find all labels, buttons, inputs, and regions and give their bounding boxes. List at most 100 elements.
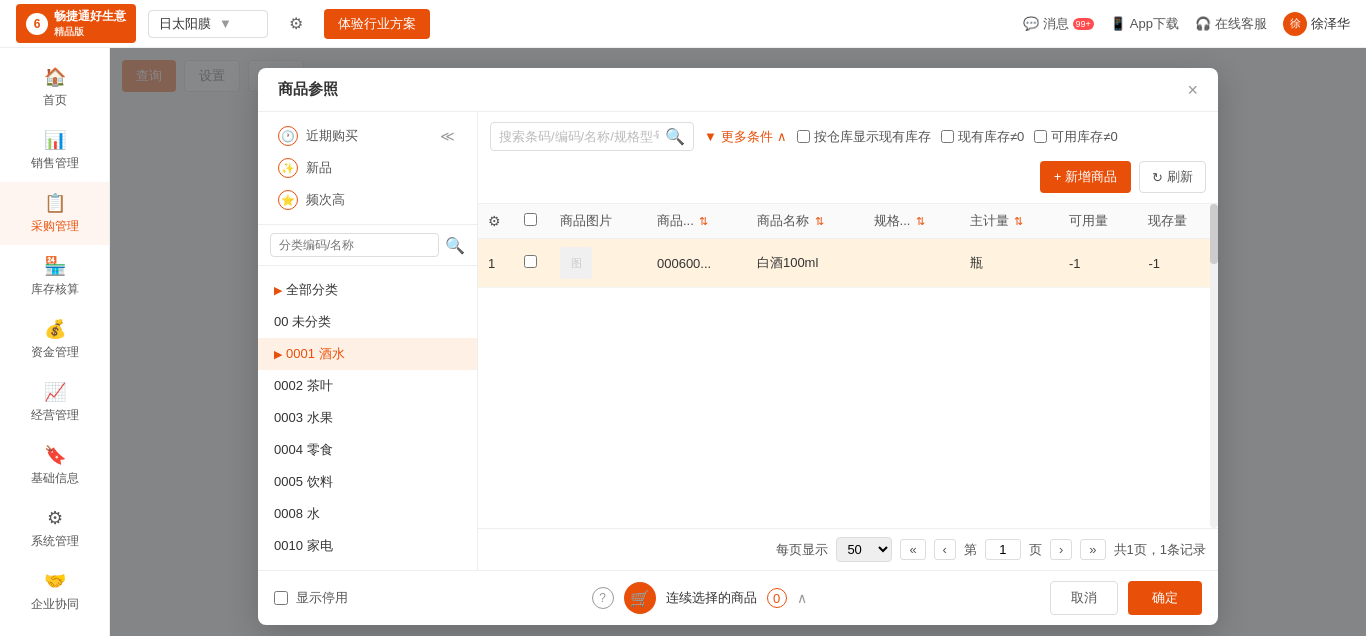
available-nonzero-filter[interactable]: 可用库存≠0 bbox=[1034, 128, 1117, 146]
cancel-button[interactable]: 取消 bbox=[1050, 581, 1118, 615]
cat-label-fruit: 0003 水果 bbox=[274, 409, 333, 427]
message-notification[interactable]: 💬 消息 99+ bbox=[1023, 15, 1094, 33]
more-filter-button[interactable]: ▼ 更多条件 ∧ bbox=[704, 128, 787, 146]
table-scrollbar[interactable] bbox=[1210, 204, 1218, 528]
col-unit-header[interactable]: 主计量 ⇅ bbox=[960, 204, 1059, 239]
product-search-box: 🔍 bbox=[490, 122, 694, 151]
nonzero-stock-label: 现有库存≠0 bbox=[958, 128, 1024, 146]
quick-item-frequent[interactable]: ⭐ 频次高 bbox=[270, 184, 465, 216]
cat-fruit[interactable]: 0003 水果 bbox=[258, 402, 477, 434]
sort-icon-code: ⇅ bbox=[699, 215, 708, 227]
cat-unclassified[interactable]: 00 未分类 bbox=[258, 306, 477, 338]
row-unit: 瓶 bbox=[960, 239, 1059, 288]
page-size-select[interactable]: 50 100 200 bbox=[836, 537, 892, 562]
logo: 6 畅捷通好生意 精品版 bbox=[16, 4, 136, 43]
col-settings: ⚙ bbox=[478, 204, 514, 239]
app-label: App下载 bbox=[1130, 15, 1179, 33]
quick-item-recent[interactable]: 🕐 近期购买 ≪ bbox=[270, 120, 465, 152]
sidebar-item-sales[interactable]: 📊 销售管理 bbox=[0, 119, 109, 182]
sidebar-label-enterprise: 企业协同 bbox=[31, 596, 79, 613]
sidebar-item-finance[interactable]: 💰 资金管理 bbox=[0, 308, 109, 371]
settings-icon[interactable]: ⚙ bbox=[280, 8, 312, 40]
sidebar-item-system[interactable]: ⚙ 系统管理 bbox=[0, 497, 109, 560]
confirm-button[interactable]: 确定 bbox=[1128, 581, 1202, 615]
sidebar-item-home[interactable]: 🏠 首页 bbox=[0, 56, 109, 119]
cat-liquor[interactable]: ▶ 0001 酒水 bbox=[258, 338, 477, 370]
collapse-icon[interactable]: ≪ bbox=[437, 126, 457, 146]
chevron-up-icon[interactable]: ∧ bbox=[797, 590, 807, 606]
refresh-button[interactable]: ↻ 刷新 bbox=[1139, 161, 1206, 193]
purchase-icon: 📋 bbox=[44, 192, 66, 214]
available-nonzero-checkbox[interactable] bbox=[1034, 130, 1047, 143]
page-label: 第 bbox=[964, 541, 977, 559]
cat-label-water: 0008 水 bbox=[274, 505, 320, 523]
product-reference-modal: 商品参照 × 🕐 近期购买 ≪ bbox=[258, 68, 1218, 625]
username-label: 徐泽华 bbox=[1311, 15, 1350, 33]
sort-icon-unit: ⇅ bbox=[1014, 215, 1023, 227]
available-nonzero-label: 可用库存≠0 bbox=[1051, 128, 1117, 146]
nonzero-stock-checkbox[interactable] bbox=[941, 130, 954, 143]
product-table: ⚙ 商品图片 商品... ⇅ bbox=[478, 204, 1218, 288]
clock-icon: 🕐 bbox=[278, 126, 298, 146]
page-number-input[interactable] bbox=[985, 539, 1021, 560]
col-checkbox bbox=[514, 204, 550, 239]
row-name: 白酒100ml bbox=[747, 239, 864, 288]
col-unit-label: 主计量 bbox=[970, 213, 1009, 228]
scrollbar-thumb[interactable] bbox=[1210, 204, 1218, 264]
cat-water[interactable]: 0008 水 bbox=[258, 498, 477, 530]
cat-all[interactable]: ▶ 全部分类 bbox=[258, 274, 477, 306]
user-profile[interactable]: 徐 徐泽华 bbox=[1283, 12, 1350, 36]
category-search-input[interactable] bbox=[270, 233, 439, 257]
sidebar-item-guide[interactable]: 📖 新手引导 bbox=[0, 623, 109, 636]
store-selector[interactable]: 日太阳膜 ▼ bbox=[148, 10, 268, 38]
sidebar-item-business[interactable]: 📈 经营管理 bbox=[0, 371, 109, 434]
cat-tea[interactable]: 0002 茶叶 bbox=[258, 370, 477, 402]
footer-right: 取消 确定 bbox=[1050, 581, 1202, 615]
table-row[interactable]: 1 图 000600... 白酒100ml bbox=[478, 239, 1218, 288]
nonzero-stock-filter[interactable]: 现有库存≠0 bbox=[941, 128, 1024, 146]
col-code-header[interactable]: 商品... ⇅ bbox=[647, 204, 747, 239]
quick-item-new[interactable]: ✨ 新品 bbox=[270, 152, 465, 184]
row-checkbox[interactable] bbox=[524, 255, 537, 268]
service-label: 在线客服 bbox=[1215, 15, 1267, 33]
sidebar-label-home: 首页 bbox=[43, 92, 67, 109]
product-table-wrap: ⚙ 商品图片 商品... ⇅ bbox=[478, 204, 1218, 528]
col-spec-header[interactable]: 规格... ⇅ bbox=[864, 204, 960, 239]
main-layout: 🏠 首页 📊 销售管理 📋 采购管理 🏪 库存核算 💰 资金管理 📈 经营管理 … bbox=[0, 48, 1366, 636]
finance-icon: 💰 bbox=[44, 318, 66, 340]
online-service[interactable]: 🎧 在线客服 bbox=[1195, 15, 1267, 33]
sidebar-label-system: 系统管理 bbox=[31, 533, 79, 550]
first-page-btn[interactable]: « bbox=[900, 539, 925, 560]
sidebar-item-inventory[interactable]: 🏪 库存核算 bbox=[0, 245, 109, 308]
product-search-input[interactable] bbox=[499, 129, 659, 144]
col-spec-label: 规格... bbox=[874, 213, 911, 228]
col-name-header[interactable]: 商品名称 ⇅ bbox=[747, 204, 864, 239]
next-page-btn[interactable]: › bbox=[1050, 539, 1072, 560]
cart-icon[interactable]: 🛒 bbox=[624, 582, 656, 614]
app-download[interactable]: 📱 App下载 bbox=[1110, 15, 1179, 33]
sidebar-item-basic-info[interactable]: 🔖 基础信息 bbox=[0, 434, 109, 497]
row-img-cell: 图 bbox=[550, 239, 647, 288]
table-settings-icon[interactable]: ⚙ bbox=[488, 213, 501, 229]
cat-appliance[interactable]: 0010 家电 bbox=[258, 530, 477, 562]
cat-snack[interactable]: 0004 零食 bbox=[258, 434, 477, 466]
add-product-button[interactable]: + 新增商品 bbox=[1040, 161, 1131, 193]
select-all-checkbox[interactable] bbox=[524, 213, 537, 226]
warehouse-stock-filter[interactable]: 按仓库显示现有库存 bbox=[797, 128, 931, 146]
cat-beverage[interactable]: 0005 饮料 bbox=[258, 466, 477, 498]
show-disabled-checkbox[interactable] bbox=[274, 591, 288, 605]
category-search-icon[interactable]: 🔍 bbox=[445, 236, 465, 255]
prev-page-btn[interactable]: ‹ bbox=[934, 539, 956, 560]
sidebar-item-enterprise[interactable]: 🤝 企业协同 bbox=[0, 560, 109, 623]
experience-button[interactable]: 体验行业方案 bbox=[324, 9, 430, 39]
category-search: 🔍 bbox=[258, 225, 477, 266]
filter-up-icon: ∧ bbox=[777, 129, 787, 144]
col-code-label: 商品... bbox=[657, 213, 694, 228]
last-page-btn[interactable]: » bbox=[1080, 539, 1105, 560]
help-icon[interactable]: ? bbox=[592, 587, 614, 609]
modal-footer: 显示停用 ? 🛒 连续选择的商品 0 ∧ 取消 确定 bbox=[258, 570, 1218, 625]
search-icon[interactable]: 🔍 bbox=[665, 127, 685, 146]
modal-close-button[interactable]: × bbox=[1187, 81, 1198, 99]
warehouse-stock-checkbox[interactable] bbox=[797, 130, 810, 143]
sidebar-item-purchase[interactable]: 📋 采购管理 bbox=[0, 182, 109, 245]
